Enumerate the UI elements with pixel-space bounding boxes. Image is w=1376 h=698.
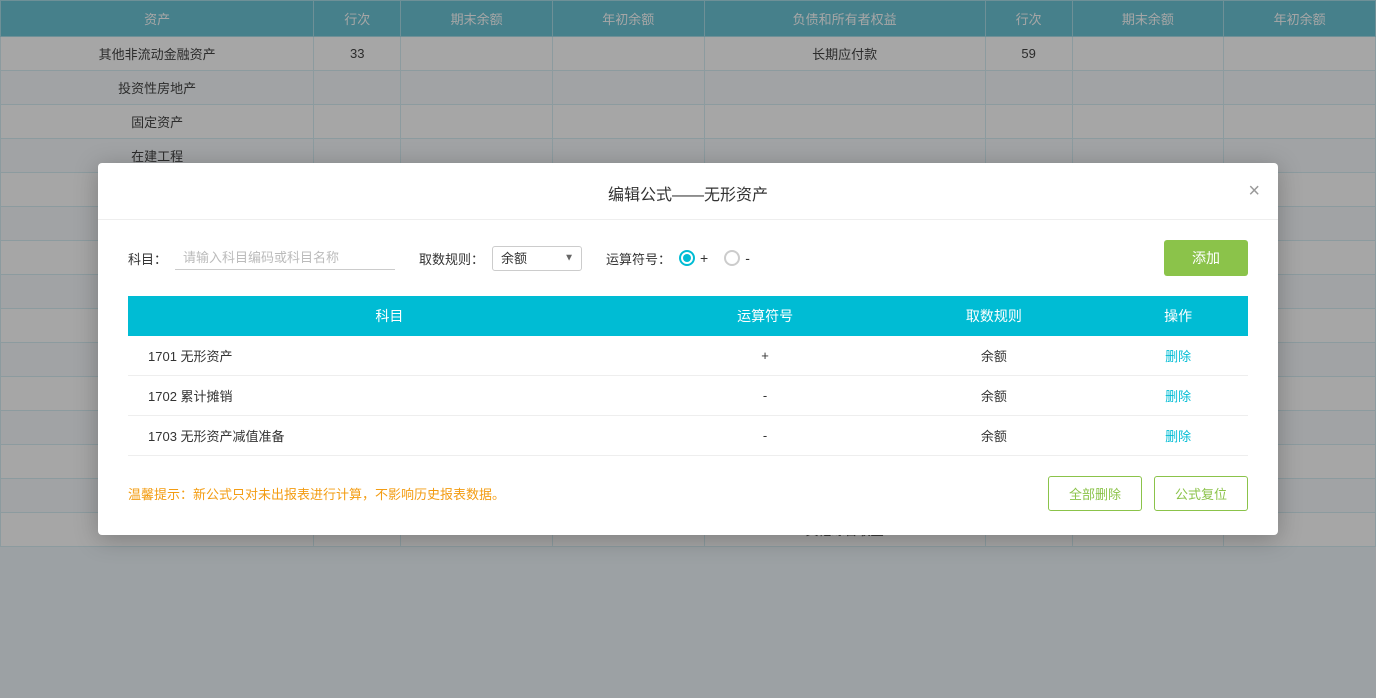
operator-radio-group: + - [679,250,750,266]
rule-field-group: 取数规则： 余额 借方 贷方 借方发生额 贷方发生额 ▼ [419,246,582,271]
rule-select[interactable]: 余额 借方 贷方 借方发生额 贷方发生额 [492,246,582,271]
formula-operator-cell: + [651,336,880,376]
modal-footer: 温馨提示：新公式只对未出报表进行计算，不影响历史报表数据。 全部删除 公式复位 [98,476,1278,511]
formula-action-cell: 删除 [1108,336,1248,376]
th-subject: 科目 [128,296,651,336]
formula-row: 1703 无形资产减值准备 - 余额 删除 [128,416,1248,456]
operator-plus-radio[interactable]: + [679,250,708,266]
add-button[interactable]: 添加 [1164,240,1248,276]
modal-title: 编辑公式——无形资产 [608,181,768,205]
subject-field-group: 科目： [128,246,395,270]
edit-formula-modal: 编辑公式——无形资产 × 科目： 取数规则： 余额 借方 贷方 借方发生额 贷方… [98,163,1278,535]
th-action: 操作 [1108,296,1248,336]
formula-table-body: 1701 无形资产 + 余额 删除 1702 累计摊销 - 余额 删除 1703… [128,336,1248,456]
reset-formula-button[interactable]: 公式复位 [1154,476,1248,511]
operator-plus-label: + [700,250,708,266]
subject-label: 科目： [128,249,167,268]
formula-operator-cell: - [651,376,880,416]
operator-label: 运算符号： [606,249,671,268]
tip-text: 新公式只对未出报表进行计算，不影响历史报表数据。 [193,487,505,502]
modal-header: 编辑公式——无形资产 × [98,163,1278,220]
formula-action-cell: 删除 [1108,376,1248,416]
delete-row-button-1[interactable]: 删除 [1165,386,1191,405]
formula-rule-cell: 余额 [879,336,1108,376]
formula-operator-cell: - [651,416,880,456]
th-rule: 取数规则 [879,296,1108,336]
radio-plus-circle [679,250,695,266]
formula-subject-cell: 1702 累计摊销 [128,376,651,416]
formula-subject-cell: 1703 无形资产减值准备 [128,416,651,456]
formula-table-wrapper: 科目 运算符号 取数规则 操作 1701 无形资产 + 余额 删除 1702 累… [98,296,1278,456]
formula-rule-cell: 余额 [879,376,1108,416]
rule-select-wrapper: 余额 借方 贷方 借方发生额 贷方发生额 ▼ [492,246,582,271]
operator-minus-radio[interactable]: - [724,250,750,266]
tip-icon: 温馨提示： [128,487,193,502]
delete-row-button-2[interactable]: 删除 [1165,426,1191,445]
formula-rule-cell: 余额 [879,416,1108,456]
formula-table: 科目 运算符号 取数规则 操作 1701 无形资产 + 余额 删除 1702 累… [128,296,1248,456]
delete-all-button[interactable]: 全部删除 [1048,476,1142,511]
radio-minus-circle [724,250,740,266]
operator-minus-label: - [745,250,750,266]
formula-row: 1701 无形资产 + 余额 删除 [128,336,1248,376]
close-button[interactable]: × [1248,181,1260,201]
formula-form: 科目： 取数规则： 余额 借方 贷方 借方发生额 贷方发生额 ▼ 运算符号： [98,220,1278,296]
operator-field-group: 运算符号： + - [606,249,750,268]
rule-label: 取数规则： [419,249,484,268]
formula-subject-cell: 1701 无形资产 [128,336,651,376]
subject-input[interactable] [175,246,395,270]
delete-row-button-0[interactable]: 删除 [1165,346,1191,365]
th-operator: 运算符号 [651,296,880,336]
table-header-row: 科目 运算符号 取数规则 操作 [128,296,1248,336]
formula-row: 1702 累计摊销 - 余额 删除 [128,376,1248,416]
footer-buttons: 全部删除 公式复位 [1048,476,1248,511]
footer-tip: 温馨提示：新公式只对未出报表进行计算，不影响历史报表数据。 [128,484,505,503]
formula-action-cell: 删除 [1108,416,1248,456]
